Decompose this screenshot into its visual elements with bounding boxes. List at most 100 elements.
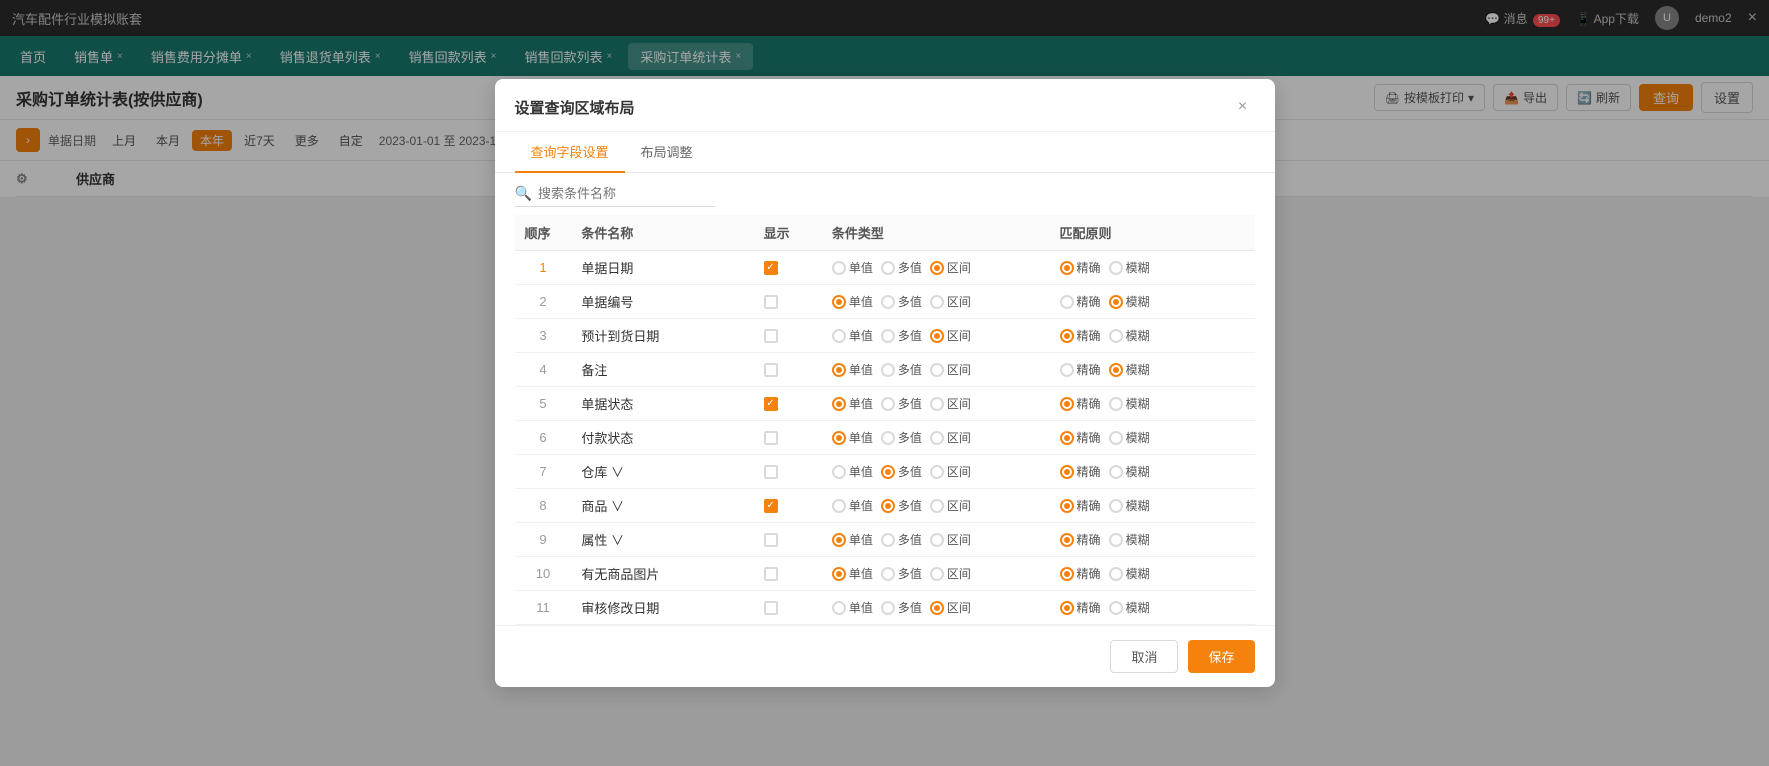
radio-range-0[interactable]: 区间: [930, 259, 971, 276]
radio-circle-single-7: [832, 499, 846, 513]
show-checkbox[interactable]: ✓: [764, 397, 778, 411]
radio-circle-fuzzy-8: [1109, 533, 1123, 547]
radio-multi-8[interactable]: 多值: [881, 531, 922, 548]
radio-exact-5[interactable]: 精确: [1060, 429, 1101, 446]
radio-range-6[interactable]: 区间: [930, 463, 971, 480]
radio-exact-0[interactable]: 精确: [1060, 259, 1101, 276]
radio-single-2[interactable]: 单值: [832, 327, 873, 344]
type-radio-group: 单值 多值 区间: [832, 361, 1040, 378]
radio-fuzzy-9[interactable]: 模糊: [1109, 565, 1150, 582]
radio-range-5[interactable]: 区间: [930, 429, 971, 446]
radio-range-4[interactable]: 区间: [930, 395, 971, 412]
radio-multi-7[interactable]: 多值: [881, 497, 922, 514]
radio-single-10[interactable]: 单值: [832, 599, 873, 616]
show-checkbox[interactable]: [764, 431, 778, 445]
radio-multi-2[interactable]: 多值: [881, 327, 922, 344]
row-match: 精确 模糊: [1050, 591, 1255, 625]
row-show[interactable]: [754, 319, 822, 353]
row-match: 精确 模糊: [1050, 455, 1255, 489]
row-show[interactable]: [754, 421, 822, 455]
radio-multi-6[interactable]: 多值: [881, 463, 922, 480]
row-show[interactable]: [754, 285, 822, 319]
save-btn[interactable]: 保存: [1188, 640, 1254, 673]
radio-single-6[interactable]: 单值: [832, 463, 873, 480]
radio-fuzzy-8[interactable]: 模糊: [1109, 531, 1150, 548]
type-radio-group: 单值 多值 区间: [832, 259, 1040, 276]
radio-multi-3[interactable]: 多值: [881, 361, 922, 378]
show-checkbox[interactable]: ✓: [764, 499, 778, 513]
radio-multi-0[interactable]: 多值: [881, 259, 922, 276]
radio-exact-7[interactable]: 精确: [1060, 497, 1101, 514]
row-type: 单值 多值 区间: [822, 557, 1050, 591]
radio-fuzzy-4[interactable]: 模糊: [1109, 395, 1150, 412]
show-checkbox[interactable]: [764, 465, 778, 479]
radio-range-10[interactable]: 区间: [930, 599, 971, 616]
radio-exact-10[interactable]: 精确: [1060, 599, 1101, 616]
radio-range-7[interactable]: 区间: [930, 497, 971, 514]
radio-multi-4[interactable]: 多值: [881, 395, 922, 412]
dialog-header: 设置查询区域布局 ×: [495, 79, 1275, 132]
radio-multi-9[interactable]: 多值: [881, 565, 922, 582]
dialog-tab-fields[interactable]: 查询字段设置: [515, 132, 625, 173]
radio-single-5[interactable]: 单值: [832, 429, 873, 446]
radio-range-9[interactable]: 区间: [930, 565, 971, 582]
radio-fuzzy-5[interactable]: 模糊: [1109, 429, 1150, 446]
radio-circle-range-1: [930, 295, 944, 309]
radio-exact-3[interactable]: 精确: [1060, 361, 1101, 378]
radio-single-9[interactable]: 单值: [832, 565, 873, 582]
radio-exact-9[interactable]: 精确: [1060, 565, 1101, 582]
row-show[interactable]: [754, 557, 822, 591]
row-show[interactable]: ✓: [754, 387, 822, 421]
row-show[interactable]: [754, 591, 822, 625]
row-show[interactable]: [754, 353, 822, 387]
cancel-btn[interactable]: 取消: [1110, 640, 1178, 673]
row-show[interactable]: [754, 455, 822, 489]
radio-fuzzy-1[interactable]: 模糊: [1109, 293, 1150, 310]
match-radio-group: 精确 模糊: [1060, 599, 1245, 616]
radio-exact-1[interactable]: 精确: [1060, 293, 1101, 310]
row-type: 单值 多值 区间: [822, 251, 1050, 285]
row-match: 精确 模糊: [1050, 421, 1255, 455]
dialog-close-btn[interactable]: ×: [1231, 95, 1255, 119]
radio-exact-6[interactable]: 精确: [1060, 463, 1101, 480]
row-show[interactable]: [754, 523, 822, 557]
match-radio-group: 精确 模糊: [1060, 531, 1245, 548]
radio-single-8[interactable]: 单值: [832, 531, 873, 548]
show-checkbox[interactable]: ✓: [764, 261, 778, 275]
radio-range-8[interactable]: 区间: [930, 531, 971, 548]
radio-range-3[interactable]: 区间: [930, 361, 971, 378]
show-checkbox[interactable]: [764, 295, 778, 309]
radio-fuzzy-2[interactable]: 模糊: [1109, 327, 1150, 344]
show-checkbox[interactable]: [764, 533, 778, 547]
radio-multi-1[interactable]: 多值: [881, 293, 922, 310]
radio-single-7[interactable]: 单值: [832, 497, 873, 514]
radio-fuzzy-10[interactable]: 模糊: [1109, 599, 1150, 616]
radio-single-1[interactable]: 单值: [832, 293, 873, 310]
radio-fuzzy-7[interactable]: 模糊: [1109, 497, 1150, 514]
radio-single-4[interactable]: 单值: [832, 395, 873, 412]
radio-single-0[interactable]: 单值: [832, 259, 873, 276]
radio-multi-10[interactable]: 多值: [881, 599, 922, 616]
row-show[interactable]: ✓: [754, 251, 822, 285]
radio-range-2[interactable]: 区间: [930, 327, 971, 344]
show-checkbox[interactable]: [764, 329, 778, 343]
radio-multi-5[interactable]: 多值: [881, 429, 922, 446]
search-input[interactable]: [538, 186, 698, 201]
radio-exact-2[interactable]: 精确: [1060, 327, 1101, 344]
show-checkbox[interactable]: [764, 601, 778, 615]
radio-fuzzy-6[interactable]: 模糊: [1109, 463, 1150, 480]
radio-exact-4[interactable]: 精确: [1060, 395, 1101, 412]
radio-circle-single-8: [832, 533, 846, 547]
radio-fuzzy-3[interactable]: 模糊: [1109, 361, 1150, 378]
radio-circle-exact-0: [1060, 261, 1074, 275]
row-show[interactable]: ✓: [754, 489, 822, 523]
show-checkbox[interactable]: [764, 363, 778, 377]
radio-circle-single-2: [832, 329, 846, 343]
radio-single-3[interactable]: 单值: [832, 361, 873, 378]
show-checkbox[interactable]: [764, 567, 778, 581]
dialog-tab-layout[interactable]: 布局调整: [625, 132, 709, 173]
radio-range-1[interactable]: 区间: [930, 293, 971, 310]
radio-fuzzy-0[interactable]: 模糊: [1109, 259, 1150, 276]
modal-overlay: 设置查询区域布局 × 查询字段设置 布局调整 🔍 顺序: [0, 0, 1769, 766]
radio-exact-8[interactable]: 精确: [1060, 531, 1101, 548]
